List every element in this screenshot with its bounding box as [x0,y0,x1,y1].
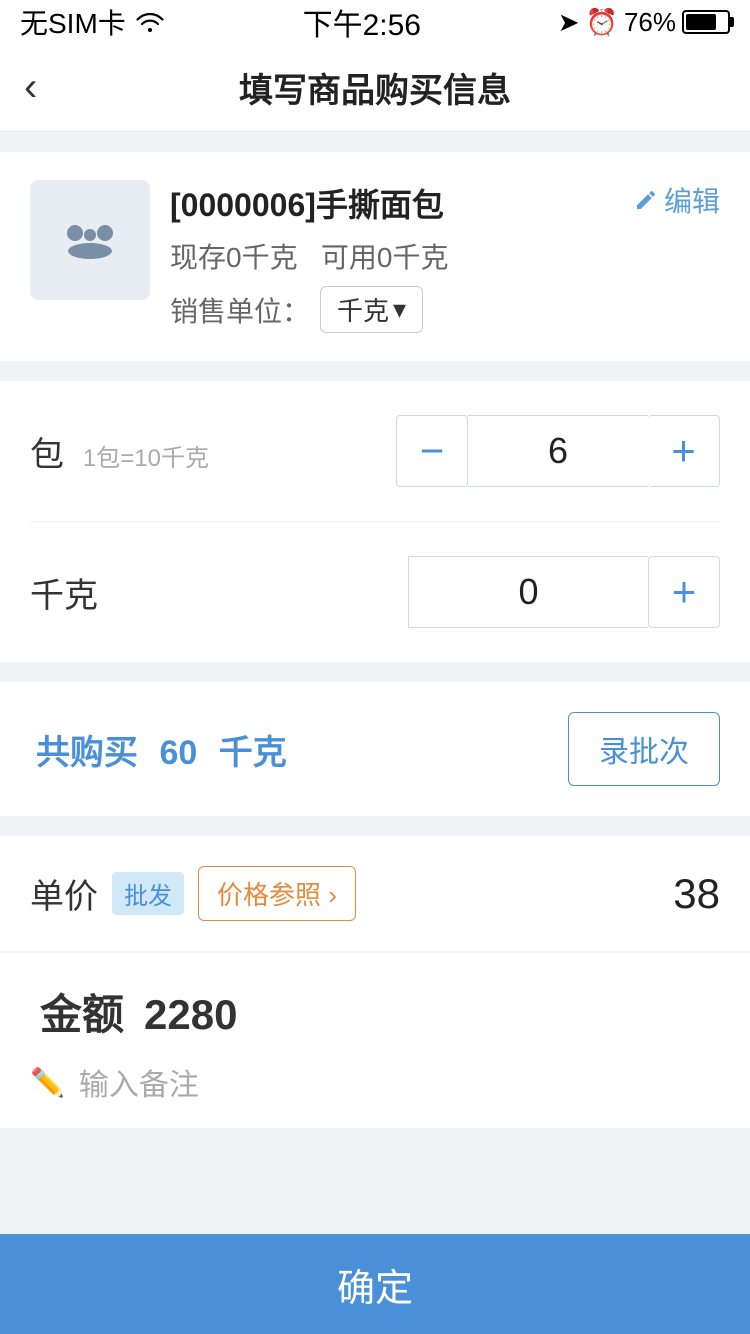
page-title: 填写商品购买信息 [239,63,511,112]
note-row[interactable]: ✏️ 输入备注 [30,1060,720,1114]
kg-increment-button[interactable]: + [648,556,720,628]
pencil-icon: ✏️ [30,1066,65,1099]
kg-qty-row: 千克 + [30,522,720,662]
bag-decrement-button[interactable]: − [396,415,468,487]
summary-section: 共购买 60 千克 录批次 [0,682,750,816]
wholesale-badge: 批发 [112,872,184,915]
bag-qty-row: 包 1包=10千克 − + [30,381,720,522]
product-image [30,180,150,300]
product-unit: 销售单位： 千克 ▾ [170,286,720,333]
kg-qty-input[interactable] [408,556,648,628]
product-info: [0000006]手撕面包 编辑 现存0千克 可用0千克 销售单位： 千克 ▾ [170,180,720,333]
nav-bar: ‹ 填写商品购买信息 [0,44,750,132]
wifi-icon [134,10,166,34]
status-right: ➤ ⏰ 76% [558,7,730,38]
confirm-button[interactable]: 确定 [0,1234,750,1334]
edit-button[interactable]: 编辑 [634,180,720,220]
status-bar: 无SIM卡 下午2:56 ➤ ⏰ 76% [0,0,750,44]
record-batch-button[interactable]: 录批次 [568,712,720,786]
product-stock: 现存0千克 可用0千克 [170,236,720,276]
battery-icon [682,10,730,34]
kg-label: 千克 [30,568,98,617]
battery-percent: 76% [624,7,676,38]
kg-qty-controls: + [408,556,720,628]
unit-select[interactable]: 千克 ▾ [320,286,423,333]
price-section: 单价 批发 价格参照 › 38 [0,836,750,951]
amount-row: 金额 2280 [30,981,720,1042]
product-name: [0000006]手撕面包 [170,180,444,226]
back-button[interactable]: ‹ [24,65,37,110]
quantity-section: 包 1包=10千克 − + 千克 + [0,381,750,662]
status-left: 无SIM卡 [20,2,166,42]
summary-text: 共购买 60 千克 [30,725,293,774]
bag-qty-input[interactable] [468,415,648,487]
alarm-icon: ⏰ [586,7,618,38]
status-time: 下午2:56 [303,0,421,44]
product-card: [0000006]手撕面包 编辑 现存0千克 可用0千克 销售单位： 千克 ▾ [0,152,750,361]
price-reference-button[interactable]: 价格参照 › [198,866,356,921]
bag-qty-controls: − + [396,415,720,487]
bag-increment-button[interactable]: + [648,415,720,487]
amount-section: 金额 2280 ✏️ 输入备注 [0,953,750,1128]
location-icon: ➤ [558,7,580,38]
price-value: 38 [673,870,720,918]
carrier-label: 无SIM卡 [20,2,126,42]
note-placeholder: 输入备注 [79,1060,199,1104]
bag-label: 包 1包=10千克 [30,427,209,476]
price-label: 单价 批发 价格参照 › [30,866,356,921]
